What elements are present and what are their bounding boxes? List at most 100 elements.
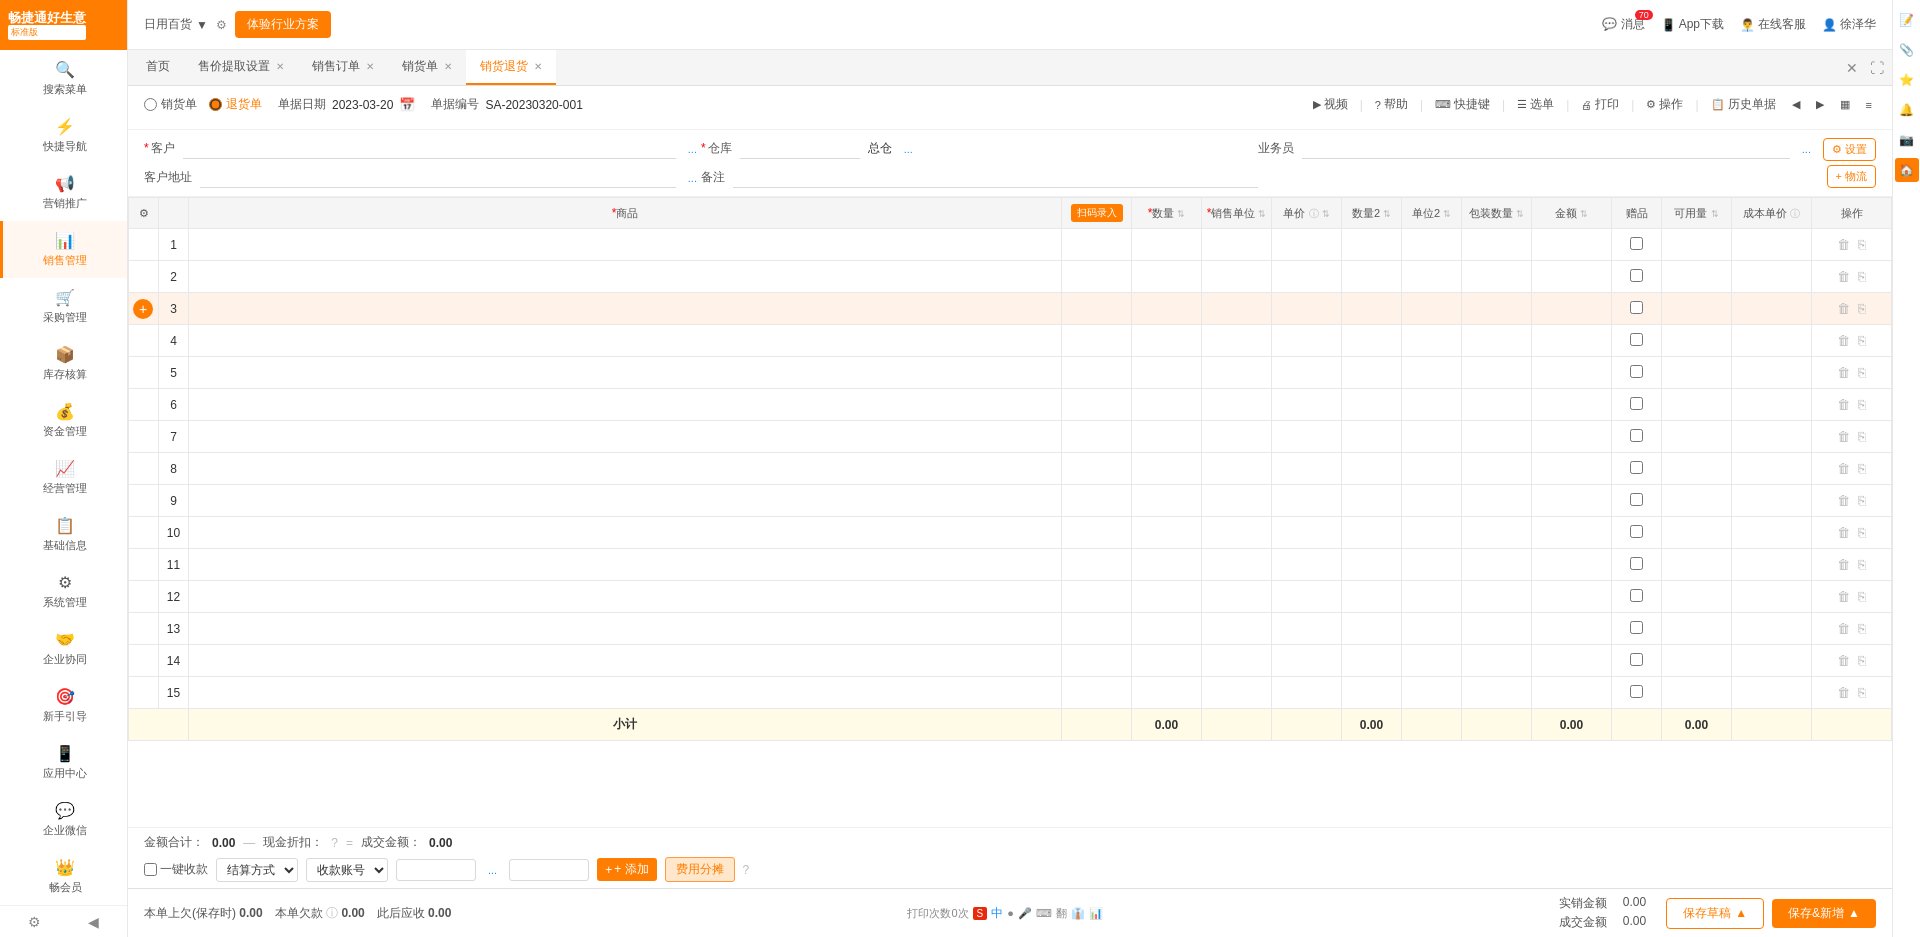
delete-icon-6[interactable]: 🗑 [1837,397,1850,412]
qty2-input-12[interactable] [1346,590,1397,604]
video-btn[interactable]: ▶ 视频 [1309,94,1352,115]
copy-icon-9[interactable]: ⎘ [1858,493,1866,508]
unit2-input-15[interactable] [1406,686,1457,700]
tab-1[interactable]: 售价提取设置✕ [184,50,298,85]
operate-btn[interactable]: ⚙ 操作 [1642,94,1687,115]
amount-input-2[interactable] [1536,270,1607,284]
pkg-input-1[interactable] [1466,238,1527,252]
copy-icon-5[interactable]: ⎘ [1858,365,1866,380]
person2-icon[interactable]: 👔 [1071,907,1085,920]
price-input-5[interactable] [1276,366,1337,380]
goods-input-12[interactable] [193,590,1057,604]
qty2-input-8[interactable] [1346,462,1397,476]
unit-input-6[interactable] [1206,398,1267,412]
tab-close-3[interactable]: ✕ [444,61,452,72]
qty2-input-10[interactable] [1346,526,1397,540]
delete-icon-15[interactable]: 🗑 [1837,685,1850,700]
qty2-input-3[interactable] [1346,302,1397,316]
tab-close-4[interactable]: ✕ [534,61,542,72]
amount-input-5[interactable] [1536,366,1607,380]
keyboard-icon[interactable]: ⌨ [1036,907,1052,920]
copy-icon-2[interactable]: ⎘ [1858,269,1866,284]
history-btn[interactable]: 📋 历史单据 [1707,94,1780,115]
unit-input-4[interactable] [1206,334,1267,348]
pkg-input-13[interactable] [1466,622,1527,636]
rs-edit-icon[interactable]: 📝 [1895,8,1919,32]
copy-icon-10[interactable]: ⎘ [1858,525,1866,540]
price-input-9[interactable] [1276,494,1337,508]
sidebar-item-5[interactable]: 📦库存核算 [0,335,127,392]
qty-input-13[interactable] [1136,622,1197,636]
pkg-input-4[interactable] [1466,334,1527,348]
pkg-input-2[interactable] [1466,270,1527,284]
goods-input-6[interactable] [193,398,1057,412]
goods-input-5[interactable] [193,366,1057,380]
select-btn[interactable]: ☰ 选单 [1513,94,1558,115]
copy-icon-13[interactable]: ⎘ [1858,621,1866,636]
delete-icon-10[interactable]: 🗑 [1837,525,1850,540]
qty2-input-1[interactable] [1346,238,1397,252]
fee-btn[interactable]: 费用分摊 [665,857,735,882]
qty-input-14[interactable] [1136,654,1197,668]
amount-input-10[interactable] [1536,526,1607,540]
radio-return[interactable]: 退货单 [209,96,262,113]
unit-input-8[interactable] [1206,462,1267,476]
qty2-input-7[interactable] [1346,430,1397,444]
gift-checkbox-4[interactable] [1630,333,1643,346]
gift-checkbox-12[interactable] [1630,589,1643,602]
amount-input-7[interactable] [1536,430,1607,444]
amount-input-6[interactable] [1536,398,1607,412]
chart2-icon[interactable]: 📊 [1089,907,1103,920]
app-download-link[interactable]: 📱 App下载 [1661,16,1724,33]
copy-icon-14[interactable]: ⎘ [1858,653,1866,668]
gift-checkbox-2[interactable] [1630,269,1643,282]
price-input-2[interactable] [1276,270,1337,284]
delete-icon-4[interactable]: 🗑 [1837,333,1850,348]
amount-input-4[interactable] [1536,334,1607,348]
help-btn[interactable]: ? 帮助 [1371,94,1412,115]
sidebar-item-12[interactable]: 📱应用中心 [0,734,127,791]
unit-input-10[interactable] [1206,526,1267,540]
goods-input-10[interactable] [193,526,1057,540]
unit2-input-4[interactable] [1406,334,1457,348]
trial-btn[interactable]: 体验行业方案 [235,11,331,38]
goods-input-11[interactable] [193,558,1057,572]
qty-input-10[interactable] [1136,526,1197,540]
rs-home-icon[interactable]: 🏠 [1895,158,1919,182]
amount-input-15[interactable] [1536,686,1607,700]
sidebar-item-2[interactable]: 📢营销推广 [0,164,127,221]
calendar-icon[interactable]: 📅 [399,97,415,112]
gift-checkbox-14[interactable] [1630,653,1643,666]
copy-icon-11[interactable]: ⎘ [1858,557,1866,572]
message-center[interactable]: 💬 消息 70 [1602,16,1644,33]
sidebar-item-1[interactable]: ⚡快捷导航 [0,107,127,164]
collapse-icon[interactable]: ◀ [88,914,99,930]
unit2-input-12[interactable] [1406,590,1457,604]
copy-icon-7[interactable]: ⎘ [1858,429,1866,444]
unit2-input-5[interactable] [1406,366,1457,380]
unit2-input-6[interactable] [1406,398,1457,412]
address-dotted-btn[interactable]: ... [684,170,701,186]
delete-icon-14[interactable]: 🗑 [1837,653,1850,668]
fee-help-icon[interactable]: ? [743,863,750,877]
sidebar-item-0[interactable]: 🔍搜索菜单 [0,50,127,107]
sidebar-item-4[interactable]: 🛒采购管理 [0,278,127,335]
qty-input-2[interactable] [1136,270,1197,284]
unit-input-5[interactable] [1206,366,1267,380]
price-input-8[interactable] [1276,462,1337,476]
goods-input-9[interactable] [193,494,1057,508]
amount-input-8[interactable] [1536,462,1607,476]
record-icon[interactable]: ● [1007,907,1014,919]
unit-input-12[interactable] [1206,590,1267,604]
copy-icon-6[interactable]: ⎘ [1858,397,1866,412]
address-input[interactable] [200,167,676,188]
qty2-input-6[interactable] [1346,398,1397,412]
qty2-input-4[interactable] [1346,334,1397,348]
customer-dotted-btn[interactable]: ... [684,141,701,157]
goods-input-2[interactable] [193,270,1057,284]
copy-icon-8[interactable]: ⎘ [1858,461,1866,476]
delete-icon-8[interactable]: 🗑 [1837,461,1850,476]
unit-input-15[interactable] [1206,686,1267,700]
settle-select[interactable]: 结算方式 [216,858,298,882]
unit-input-2[interactable] [1206,270,1267,284]
